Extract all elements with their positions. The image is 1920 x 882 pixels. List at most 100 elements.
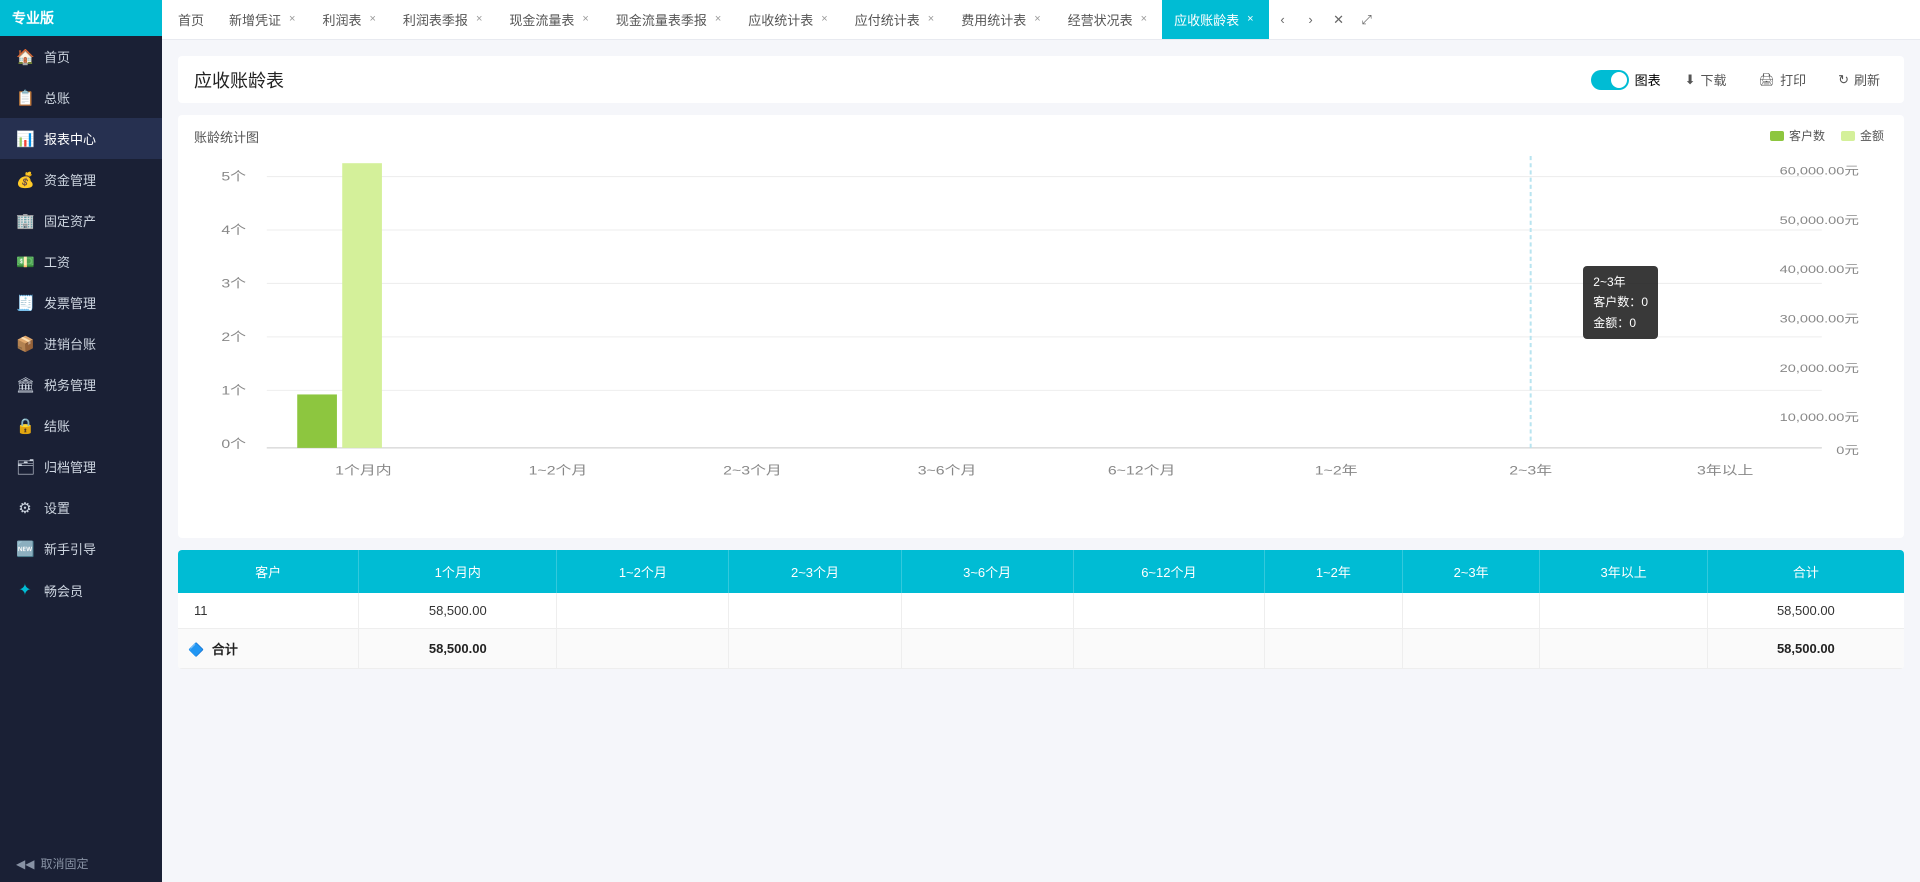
print-icon: 🖨	[1759, 72, 1776, 88]
tab-expense-stats[interactable]: 费用统计表 ×	[949, 0, 1055, 39]
sidebar-item-inventory[interactable]: 📦 进销台账	[0, 323, 162, 364]
ledger-icon: 📋	[16, 89, 34, 107]
toggle-label: 图表	[1635, 70, 1661, 89]
legend-amount: 金额	[1841, 127, 1884, 144]
sidebar-item-settings[interactable]: ⚙ 设置	[0, 487, 162, 528]
svg-text:1~2年: 1~2年	[1315, 463, 1358, 478]
tab-ar-aging-close[interactable]: ×	[1245, 13, 1255, 26]
pin-label: 取消固定	[40, 855, 88, 872]
legend-customers-color	[1770, 131, 1784, 141]
archive-icon: 🗂	[16, 458, 34, 476]
tab-nav-prev[interactable]: ‹	[1269, 6, 1297, 34]
cell-2-3m	[729, 593, 901, 629]
svg-text:2~3年: 2~3年	[1509, 463, 1552, 478]
tab-profit-close[interactable]: ×	[367, 13, 377, 26]
closing-icon: 🔒	[16, 417, 34, 435]
sidebar-item-invoice[interactable]: 🧾 发票管理	[0, 282, 162, 323]
tab-ar-stats-close[interactable]: ×	[819, 13, 829, 26]
tab-biz-status[interactable]: 经营状况表 ×	[1056, 0, 1162, 39]
app-logo: 专业版	[0, 0, 162, 36]
page-content: 应收账龄表 图表 ⬇ 下载 🖨 打印 ↻ 刷新	[162, 40, 1920, 882]
total-2-3m	[729, 629, 901, 669]
tab-ar-stats[interactable]: 应收统计表 ×	[736, 0, 842, 39]
svg-text:60,000.00元: 60,000.00元	[1780, 164, 1859, 177]
col-customer: 客户	[178, 550, 359, 593]
assets-icon: 🏢	[16, 212, 34, 230]
sidebar-item-invoice-label: 发票管理	[44, 293, 96, 312]
col-3yplus: 3年以上	[1540, 550, 1707, 593]
toggle-track[interactable]	[1591, 70, 1629, 90]
toggle-thumb	[1611, 72, 1627, 88]
chart-container: 账龄统计图 客户数 金额 5个 4个 3个 2个 1个	[178, 115, 1904, 538]
total-1-2m	[557, 629, 729, 669]
total-icon: 🔷	[188, 642, 204, 657]
sidebar-item-guide-label: 新手引导	[44, 539, 96, 558]
legend-amount-color	[1841, 131, 1855, 141]
sidebar: 专业版 🏠 首页 📋 总账 📊 报表中心 💰 资金管理 🏢 固定资产 💵 工资 …	[0, 0, 162, 882]
sidebar-item-ledger[interactable]: 📋 总账	[0, 77, 162, 118]
tab-nav-next[interactable]: ›	[1297, 6, 1325, 34]
tab-cashflow-quarter[interactable]: 现金流量表季报 ×	[604, 0, 736, 39]
tab-profit-quarter[interactable]: 利润表季报 ×	[391, 0, 497, 39]
tab-voucher-close[interactable]: ×	[287, 13, 297, 26]
sidebar-item-closing[interactable]: 🔒 结账	[0, 405, 162, 446]
svg-text:3个: 3个	[221, 276, 246, 291]
cell-3yplus	[1540, 593, 1707, 629]
sidebar-toggle-pin[interactable]: ◀◀ 取消固定	[0, 845, 162, 882]
svg-text:10,000.00元: 10,000.00元	[1780, 411, 1859, 424]
sidebar-item-assets[interactable]: 🏢 固定资产	[0, 200, 162, 241]
tab-profit-quarter-close[interactable]: ×	[474, 13, 484, 26]
tab-bar: 首页 新增凭证 × 利润表 × 利润表季报 × 现金流量表 × 现金流量表季报 …	[162, 0, 1920, 40]
sidebar-item-archive[interactable]: 🗂 归档管理	[0, 446, 162, 487]
svg-text:20,000.00元: 20,000.00元	[1780, 361, 1859, 374]
sidebar-item-home[interactable]: 🏠 首页	[0, 36, 162, 77]
tab-voucher[interactable]: 新增凭证 ×	[217, 0, 310, 39]
total-total: 58,500.00	[1707, 629, 1904, 669]
svg-text:6~12个月: 6~12个月	[1108, 463, 1175, 478]
svg-text:5个: 5个	[221, 169, 246, 184]
chart-toggle[interactable]: 图表	[1591, 70, 1661, 90]
download-label: 下载	[1701, 70, 1727, 89]
col-2-3m: 2~3个月	[729, 550, 901, 593]
refresh-button[interactable]: ↻ 刷新	[1830, 66, 1888, 93]
sidebar-item-capital[interactable]: 💰 资金管理	[0, 159, 162, 200]
invoice-icon: 🧾	[16, 294, 34, 312]
total-6-12m	[1073, 629, 1264, 669]
sidebar-item-report-label: 报表中心	[44, 129, 96, 148]
sidebar-item-salary-label: 工资	[44, 252, 70, 271]
sidebar-item-member[interactable]: ✦ 畅会员	[0, 569, 162, 611]
tab-biz-status-close[interactable]: ×	[1139, 13, 1149, 26]
sidebar-item-capital-label: 资金管理	[44, 170, 96, 189]
svg-text:30,000.00元: 30,000.00元	[1780, 312, 1859, 325]
tab-ar-aging[interactable]: 应收账龄表 ×	[1162, 0, 1268, 39]
tab-home[interactable]: 首页	[166, 0, 217, 39]
cell-2-3y	[1402, 593, 1540, 629]
tab-cashflow[interactable]: 现金流量表 ×	[497, 0, 603, 39]
print-button[interactable]: 🖨 打印	[1751, 66, 1815, 93]
chart-area: 5个 4个 3个 2个 1个 0个 60,000.00元 50,000.00元 …	[194, 156, 1888, 526]
refresh-label: 刷新	[1854, 70, 1880, 89]
sidebar-item-guide[interactable]: 🆕 新手引导	[0, 528, 162, 569]
svg-text:40,000.00元: 40,000.00元	[1780, 263, 1859, 276]
col-2-3y: 2~3年	[1402, 550, 1540, 593]
tab-cashflow-close[interactable]: ×	[580, 13, 590, 26]
print-label: 打印	[1780, 70, 1806, 89]
tab-close-all[interactable]: ✕	[1325, 6, 1353, 34]
sidebar-item-closing-label: 结账	[44, 416, 70, 435]
col-total: 合计	[1707, 550, 1904, 593]
tab-fullscreen[interactable]: ⤢	[1353, 6, 1381, 34]
legend-customers-label: 客户数	[1789, 127, 1825, 144]
sidebar-item-ledger-label: 总账	[44, 88, 70, 107]
download-button[interactable]: ⬇ 下载	[1677, 66, 1735, 93]
col-1-2m: 1~2个月	[557, 550, 729, 593]
tab-expense-stats-close[interactable]: ×	[1032, 13, 1042, 26]
tab-profit[interactable]: 利润表 ×	[310, 0, 390, 39]
chart-legend: 客户数 金额	[1770, 127, 1884, 144]
sidebar-item-tax[interactable]: 🏛 税务管理	[0, 364, 162, 405]
sidebar-item-salary[interactable]: 💵 工资	[0, 241, 162, 282]
tab-ap-stats-close[interactable]: ×	[926, 13, 936, 26]
tab-cashflow-quarter-close[interactable]: ×	[713, 13, 723, 26]
sidebar-item-report[interactable]: 📊 报表中心	[0, 118, 162, 159]
tab-ap-stats[interactable]: 应付统计表 ×	[843, 0, 949, 39]
salary-icon: 💵	[16, 253, 34, 271]
